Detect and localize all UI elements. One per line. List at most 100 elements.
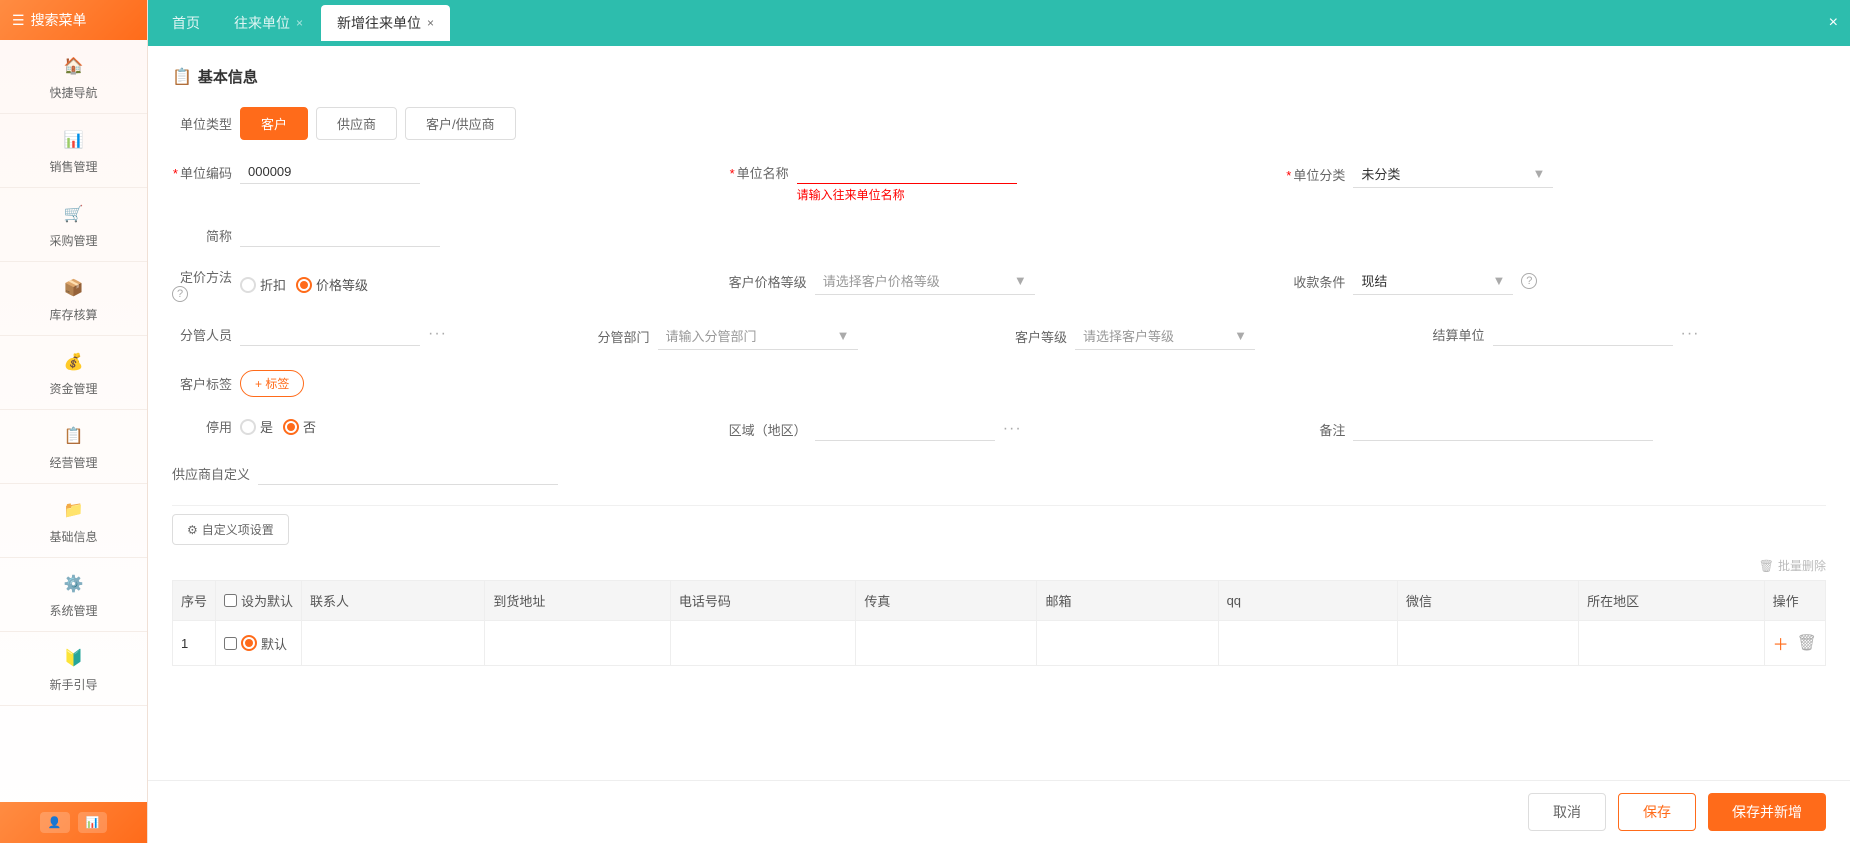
select-all-checkbox[interactable]: [224, 594, 237, 607]
payment-help-icon[interactable]: ?: [1521, 273, 1537, 289]
tab-new-partner-close[interactable]: ×: [427, 16, 434, 30]
region-input[interactable]: [815, 417, 995, 441]
manager-row: 分管人员 ··· 分管部门 请输入分管部门 ▼ 客户等级 请选择客户等级 ▼ 结…: [172, 322, 1826, 350]
batch-delete-button[interactable]: 🗑 批量删除: [1759, 557, 1826, 574]
customer-price-level-label: 客户价格等级: [729, 272, 807, 291]
sidebar-btn-1[interactable]: 👤: [40, 812, 70, 833]
remark-input[interactable]: [1353, 417, 1653, 441]
save-button[interactable]: 保存: [1618, 793, 1696, 831]
main-content: 首页 往来单位 × 新增往来单位 × × 📋 基本信息 单位类型 客户 供应商 …: [148, 0, 1850, 843]
row-default-outer: [241, 635, 257, 651]
search-icon: ☰: [12, 12, 25, 29]
sidebar-item-inventory[interactable]: 📦 库存核算: [0, 262, 147, 336]
sidebar-item-system[interactable]: ⚙️ 系统管理: [0, 558, 147, 632]
email-input[interactable]: [1045, 632, 1209, 655]
tab-new-partner[interactable]: 新增往来单位 ×: [321, 5, 450, 41]
manager-input[interactable]: [240, 322, 420, 346]
sidebar-item-finance[interactable]: 💰 资金管理: [0, 336, 147, 410]
unit-type-group: 单位类型 客户 供应商 客户/供应商: [172, 107, 1826, 140]
custom-settings-label: 自定义项设置: [202, 521, 274, 538]
category-dropdown-arrow: ▼: [1532, 166, 1545, 181]
cell-fax[interactable]: [856, 621, 1037, 666]
type-btn-both[interactable]: 客户/供应商: [405, 107, 516, 140]
unit-name-error: 请输入往来单位名称: [797, 188, 905, 202]
section-basic-info: 📋 基本信息: [172, 66, 1826, 87]
radio-yes[interactable]: 是: [240, 417, 273, 436]
pricing-help-icon[interactable]: ?: [172, 286, 188, 302]
tab-bar: 首页 往来单位 × 新增往来单位 × ×: [148, 0, 1850, 46]
col-seq: 序号: [173, 581, 216, 621]
radio-discount[interactable]: 折扣: [240, 275, 286, 294]
sidebar-item-quick-nav[interactable]: 🏠 快捷导航: [0, 40, 147, 114]
cell-phone[interactable]: [670, 621, 855, 666]
delete-row-button[interactable]: 🗑: [1797, 633, 1817, 653]
fax-input[interactable]: [864, 632, 1028, 655]
cell-address[interactable]: [485, 621, 670, 666]
department-select[interactable]: 请输入分管部门 ▼: [658, 322, 858, 350]
col-fax: 传真: [856, 581, 1037, 621]
sidebar: ☰ 搜索菜单 🏠 快捷导航 📊 销售管理 🛒 采购管理 📦 库存核算 💰 资金管…: [0, 0, 148, 843]
contact-input[interactable]: [310, 632, 476, 655]
type-btn-supplier[interactable]: 供应商: [316, 107, 397, 140]
cell-email[interactable]: [1037, 621, 1218, 666]
contact-table: 序号 设为默认 联系人 到货地址 电话号码 传真 邮箱 qq: [172, 580, 1826, 666]
tab-partners-close[interactable]: ×: [296, 16, 303, 30]
manager-dots[interactable]: ···: [428, 325, 447, 343]
col-action: 操作: [1764, 581, 1825, 621]
type-btn-customer[interactable]: 客户: [240, 107, 308, 140]
unit-code-input[interactable]: [240, 160, 420, 184]
custom-settings-button[interactable]: ⚙ 自定义项设置: [172, 514, 289, 545]
settlement-dots[interactable]: ···: [1681, 325, 1700, 343]
sidebar-item-basic-info[interactable]: 📁 基础信息: [0, 484, 147, 558]
short-name-row: 简称: [172, 223, 1826, 247]
radio-price-level-outer: [296, 277, 312, 293]
customer-level-select[interactable]: 请选择客户等级 ▼: [1075, 322, 1255, 350]
close-all-tabs[interactable]: ×: [1829, 14, 1838, 32]
cancel-button[interactable]: 取消: [1528, 793, 1606, 831]
pricing-row: 定价方法 ? 折扣 价格等级 客户价格: [172, 267, 1826, 302]
radio-no[interactable]: 否: [283, 417, 316, 436]
region-group: 区域（地区） ···: [729, 417, 1270, 441]
region-cell-input[interactable]: [1587, 632, 1755, 655]
disabled-label: 停用: [172, 417, 232, 436]
tab-home[interactable]: 首页: [156, 5, 216, 41]
wechat-input[interactable]: [1406, 632, 1570, 655]
tab-partners[interactable]: 往来单位 ×: [218, 5, 319, 41]
sidebar-search[interactable]: ☰ 搜索菜单: [0, 0, 147, 40]
sidebar-item-operations[interactable]: 📋 经营管理: [0, 410, 147, 484]
row-default-radio[interactable]: 默认: [241, 634, 287, 653]
radio-price-level[interactable]: 价格等级: [296, 275, 368, 294]
cell-region[interactable]: [1579, 621, 1764, 666]
short-name-input[interactable]: [240, 223, 440, 247]
cell-wechat[interactable]: [1398, 621, 1579, 666]
qq-input[interactable]: [1227, 632, 1389, 655]
address-input[interactable]: [493, 632, 661, 655]
settlement-unit-input[interactable]: [1493, 322, 1673, 346]
row-checkbox[interactable]: [224, 637, 237, 650]
unit-name-input[interactable]: [797, 160, 1017, 184]
settlement-unit-group: 结算单位 ···: [1425, 322, 1827, 346]
cell-qq[interactable]: [1218, 621, 1397, 666]
col-qq: qq: [1218, 581, 1397, 621]
customer-price-level-select[interactable]: 请选择客户价格等级 ▼: [815, 267, 1035, 295]
supplier-custom-input[interactable]: [258, 461, 558, 485]
payment-terms-arrow: ▼: [1492, 273, 1505, 288]
col-wechat: 微信: [1398, 581, 1579, 621]
cell-contact[interactable]: [302, 621, 485, 666]
sidebar-item-sales[interactable]: 📊 销售管理: [0, 114, 147, 188]
phone-input[interactable]: [679, 632, 847, 655]
sidebar-item-guide[interactable]: 🔰 新手引导: [0, 632, 147, 706]
sidebar-btn-2[interactable]: 📊: [78, 812, 108, 833]
tab-home-label: 首页: [172, 13, 200, 33]
add-tag-button[interactable]: + 标签: [240, 370, 304, 397]
save-new-button[interactable]: 保存并新增: [1708, 793, 1826, 831]
batch-delete-label: 批量删除: [1778, 557, 1826, 574]
col-email: 邮箱: [1037, 581, 1218, 621]
region-dots[interactable]: ···: [1003, 420, 1022, 438]
operations-icon: 📋: [60, 422, 88, 450]
add-row-button[interactable]: ＋: [1773, 631, 1789, 655]
unit-category-select[interactable]: 未分类 ▼: [1353, 160, 1553, 188]
customer-level-group: 客户等级 请选择客户等级 ▼: [1007, 322, 1409, 350]
sidebar-item-purchase[interactable]: 🛒 采购管理: [0, 188, 147, 262]
payment-terms-select[interactable]: 现结 ▼: [1353, 267, 1513, 295]
